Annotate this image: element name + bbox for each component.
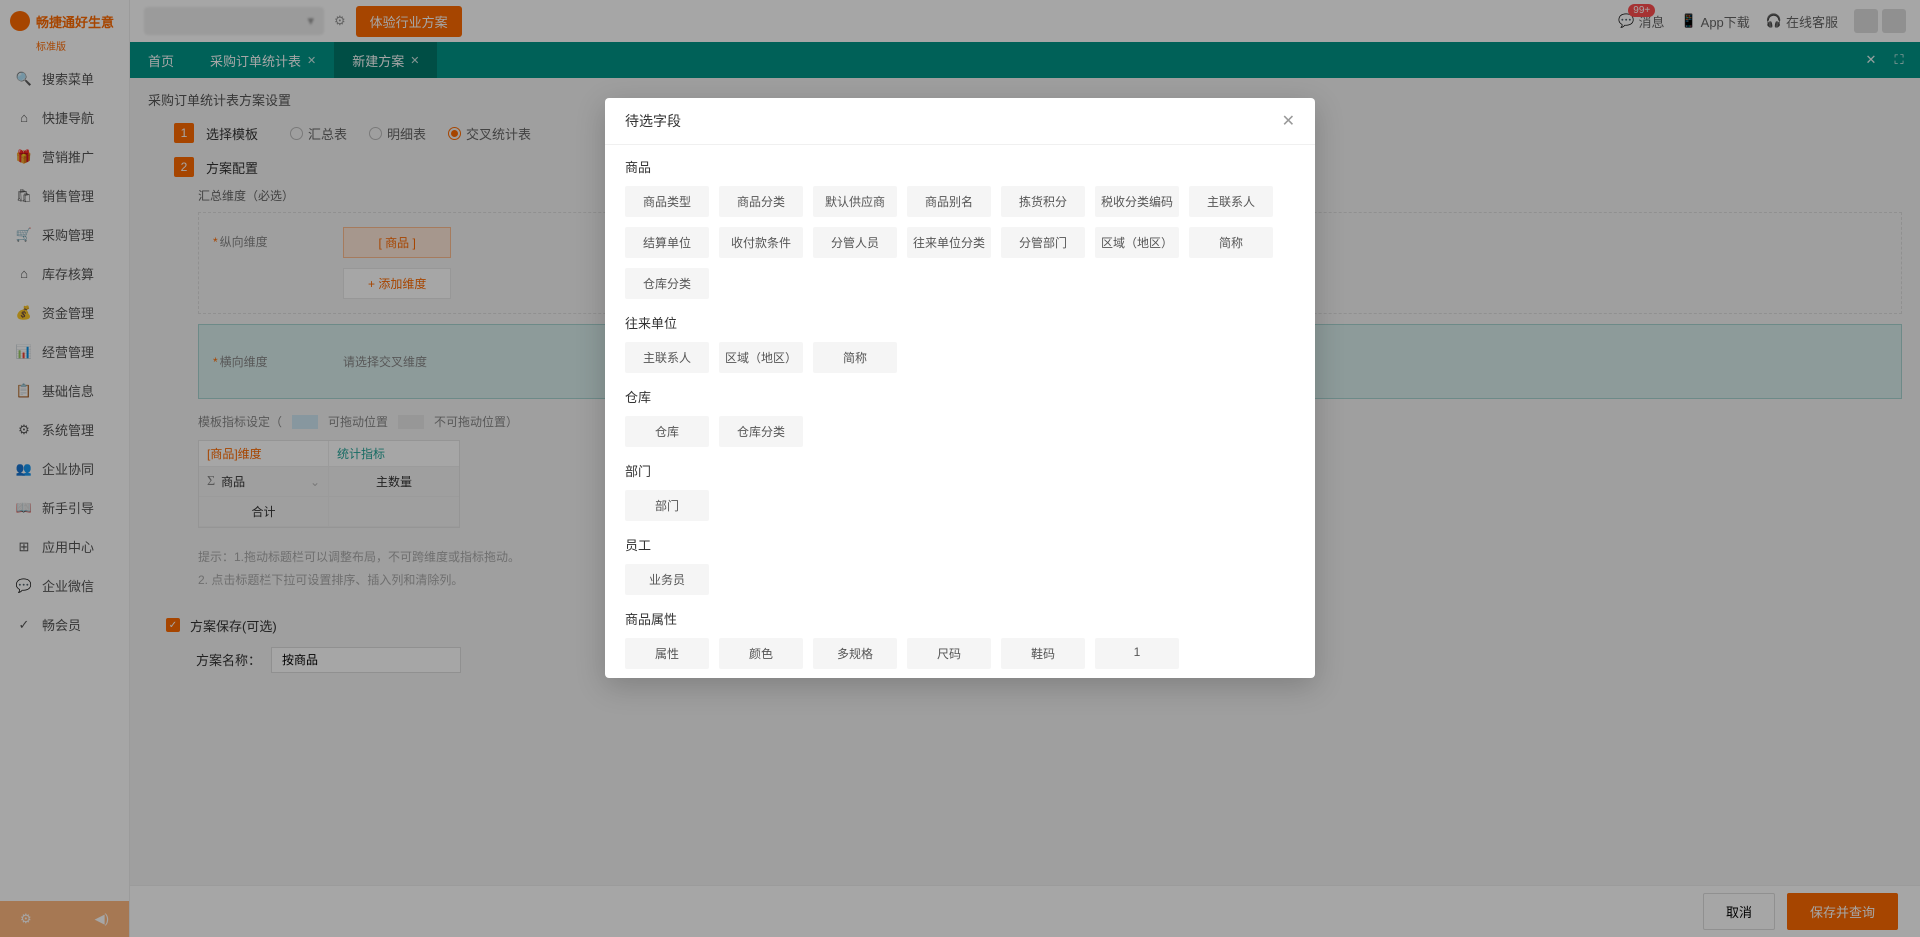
field-chip[interactable]: 商品类型 <box>625 186 709 217</box>
field-group-4: 员工业务员 <box>625 535 1295 595</box>
field-group-5: 商品属性属性颜色多规格尺码鞋码 1 <box>625 609 1295 669</box>
field-chip[interactable]: 区域（地区） <box>1095 227 1179 258</box>
field-group-title: 往来单位 <box>625 313 1295 332</box>
field-chip[interactable]: 主联系人 <box>625 342 709 373</box>
field-chip[interactable]: 商品别名 <box>907 186 991 217</box>
field-chip[interactable]: 属性 <box>625 638 709 669</box>
field-chip[interactable]: 税收分类编码 <box>1095 186 1179 217</box>
field-chip[interactable]: 简称 <box>813 342 897 373</box>
field-chip[interactable]: 尺码 <box>907 638 991 669</box>
field-chip[interactable]: 业务员 <box>625 564 709 595</box>
field-chip[interactable]: 默认供应商 <box>813 186 897 217</box>
field-chip[interactable]: 分管部门 <box>1001 227 1085 258</box>
field-group-title: 部门 <box>625 461 1295 480</box>
field-group-2: 仓库仓库仓库分类 <box>625 387 1295 447</box>
field-group-3: 部门部门 <box>625 461 1295 521</box>
field-chip[interactable]: 仓库分类 <box>719 416 803 447</box>
field-chip[interactable]: 仓库 <box>625 416 709 447</box>
field-selector-modal: 待选字段 ✕ 商品商品类型商品分类默认供应商商品别名拣货积分税收分类编码主联系人… <box>605 98 1315 678</box>
field-chip[interactable]: 仓库分类 <box>625 268 709 299</box>
field-chip[interactable]: 往来单位分类 <box>907 227 991 258</box>
field-chip[interactable]: 收付款条件 <box>719 227 803 258</box>
field-chip[interactable]: 区域（地区） <box>719 342 803 373</box>
field-chip[interactable]: 多规格 <box>813 638 897 669</box>
field-chip[interactable]: 1 <box>1095 638 1179 669</box>
modal-close-button[interactable]: ✕ <box>1282 111 1295 131</box>
field-chip[interactable]: 结算单位 <box>625 227 709 258</box>
modal-title: 待选字段 <box>625 111 681 131</box>
field-group-title: 员工 <box>625 535 1295 554</box>
field-chip[interactable]: 主联系人 <box>1189 186 1273 217</box>
field-chip[interactable]: 分管人员 <box>813 227 897 258</box>
field-group-1: 往来单位主联系人区域（地区） 简称 <box>625 313 1295 373</box>
field-group-title: 商品属性 <box>625 609 1295 628</box>
field-chip[interactable]: 商品分类 <box>719 186 803 217</box>
field-chip[interactable]: 简称 <box>1189 227 1273 258</box>
field-chip[interactable]: 拣货积分 <box>1001 186 1085 217</box>
field-chip[interactable]: 鞋码 <box>1001 638 1085 669</box>
field-group-0: 商品商品类型商品分类默认供应商商品别名拣货积分税收分类编码主联系人结算单位收付款… <box>625 157 1295 299</box>
field-group-title: 商品 <box>625 157 1295 176</box>
field-chip[interactable]: 颜色 <box>719 638 803 669</box>
field-chip[interactable]: 部门 <box>625 490 709 521</box>
field-group-title: 仓库 <box>625 387 1295 406</box>
